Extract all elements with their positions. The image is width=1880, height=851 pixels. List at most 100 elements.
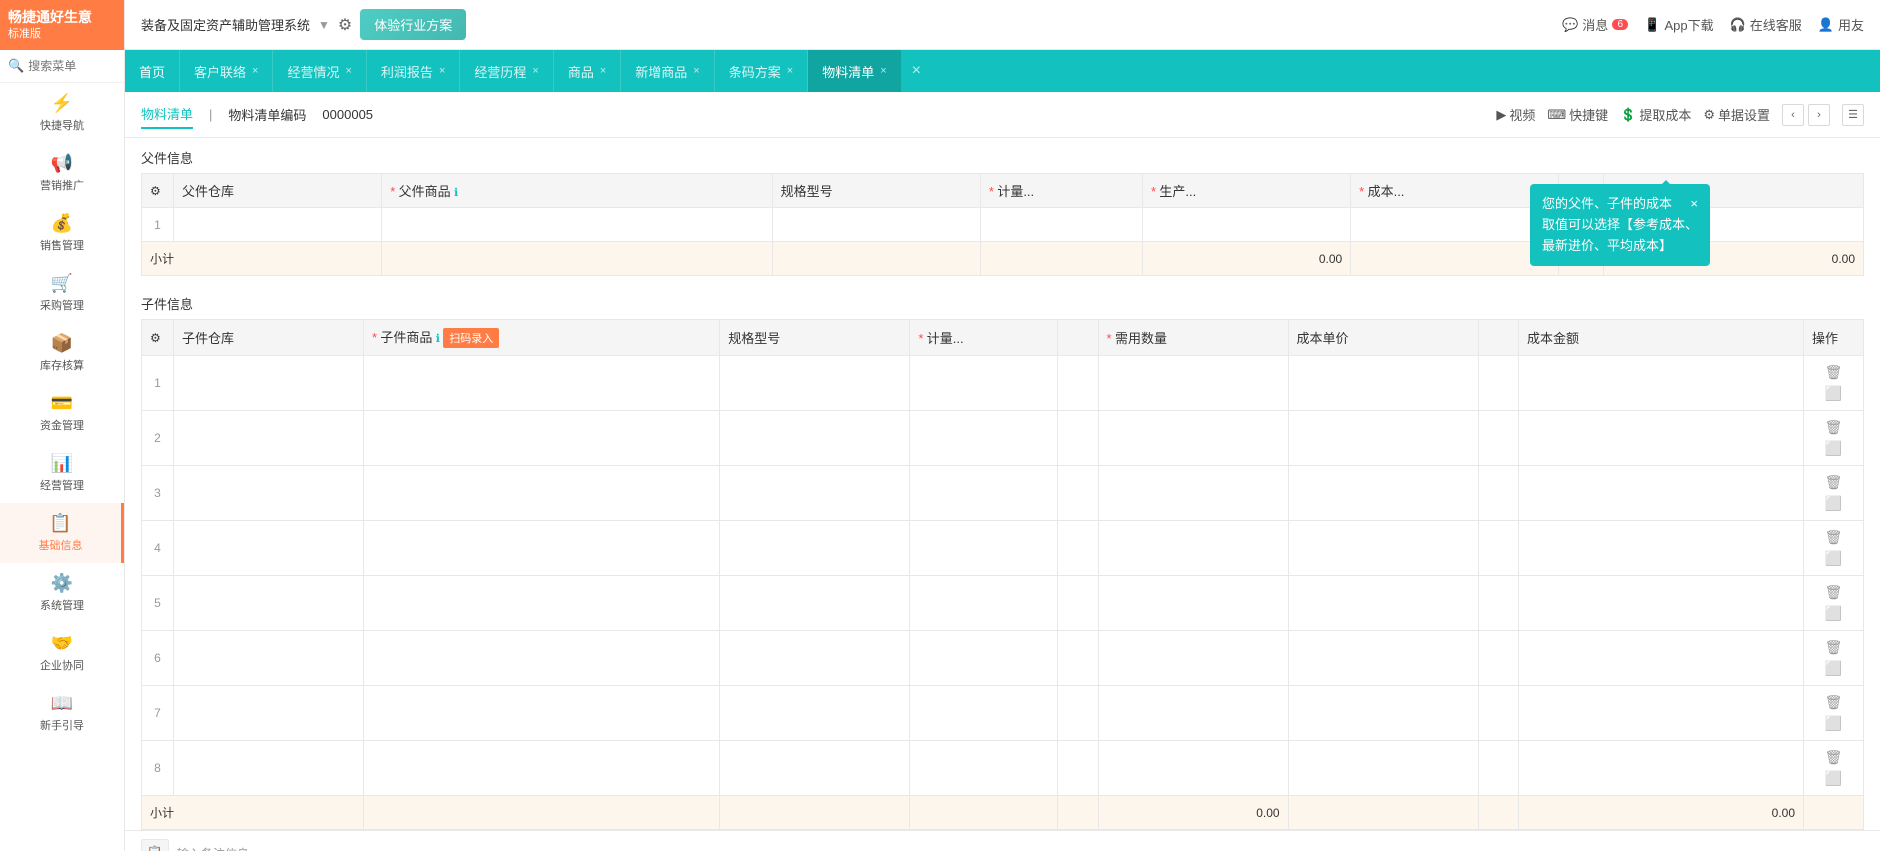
nav-prev-arrow[interactable]: ‹ — [1782, 104, 1804, 126]
tab-customer[interactable]: 客户联络 × — [180, 50, 273, 92]
tooltip-close-button[interactable]: × — [1690, 194, 1698, 215]
sidebar-item-enterprise[interactable]: 🤝 企业协同 — [0, 623, 124, 683]
parent-spec-cell[interactable] — [772, 208, 980, 242]
parent-cost-cell[interactable] — [1351, 208, 1559, 242]
child-spec-cell[interactable] — [720, 521, 910, 576]
child-qty-cell[interactable] — [1098, 356, 1288, 411]
copy-row-button[interactable]: ⬜ — [1823, 383, 1844, 404]
child-spec-cell[interactable] — [720, 466, 910, 521]
tab-customer-close[interactable]: × — [252, 65, 258, 77]
close-all-tabs[interactable]: × — [902, 62, 931, 80]
tab-material-list[interactable]: 物料清单 × — [808, 50, 901, 92]
sidebar-item-nav[interactable]: ⚡ 快捷导航 — [0, 83, 124, 143]
child-col-settings[interactable]: ⚙ — [142, 320, 174, 356]
user-item[interactable]: 👤 用友 — [1818, 15, 1864, 34]
child-product-cell[interactable] — [364, 356, 720, 411]
child-unit-cell[interactable] — [910, 741, 1058, 796]
sub-tab-material-list[interactable]: 物料清单 — [141, 100, 193, 129]
message-item[interactable]: 💬 消息 6 — [1562, 15, 1628, 34]
delete-row-button[interactable]: 🗑 — [1823, 472, 1845, 493]
child-unit-price-cell[interactable] — [1288, 521, 1478, 576]
system-dropdown-arrow[interactable]: ▼ — [318, 18, 330, 32]
delete-row-button[interactable]: 🗑 — [1823, 417, 1845, 438]
child-unit-price-cell[interactable] — [1288, 631, 1478, 686]
settings-icon[interactable]: ⚙ — [338, 15, 352, 35]
child-unit-price-cell[interactable] — [1288, 741, 1478, 796]
parent-warehouse-cell[interactable] — [174, 208, 382, 242]
search-input[interactable] — [28, 59, 108, 73]
copy-row-button[interactable]: ⬜ — [1823, 438, 1844, 459]
sidebar-item-sales[interactable]: 💰 销售管理 — [0, 203, 124, 263]
delete-row-button[interactable]: 🗑 — [1823, 362, 1845, 383]
tab-operation-status-close[interactable]: × — [345, 65, 351, 77]
sidebar-item-guide[interactable]: 📖 新手引导 — [0, 683, 124, 743]
child-unit-cell[interactable] — [910, 521, 1058, 576]
tab-history[interactable]: 经营历程 × — [460, 50, 553, 92]
child-unit-cell[interactable] — [910, 466, 1058, 521]
shortcut-action[interactable]: ⌨ 快捷键 — [1547, 105, 1608, 124]
child-unit-price-cell[interactable] — [1288, 576, 1478, 631]
delete-row-button[interactable]: 🗑 — [1823, 637, 1845, 658]
copy-row-button[interactable]: ⬜ — [1823, 603, 1844, 624]
child-qty-cell[interactable] — [1098, 411, 1288, 466]
sidebar-item-purchase[interactable]: 🛒 采购管理 — [0, 263, 124, 323]
search-area[interactable]: 🔍 — [0, 50, 124, 83]
child-spec-cell[interactable] — [720, 356, 910, 411]
child-unit-cell[interactable] — [910, 576, 1058, 631]
child-amount-cell[interactable] — [1518, 686, 1803, 741]
child-warehouse-cell[interactable] — [174, 411, 364, 466]
child-spec-cell[interactable] — [720, 741, 910, 796]
trial-button[interactable]: 体验行业方案 — [360, 9, 466, 40]
child-spec-cell[interactable] — [720, 576, 910, 631]
sidebar-item-system[interactable]: ⚙️ 系统管理 — [0, 563, 124, 623]
delete-row-button[interactable]: 🗑 — [1823, 527, 1845, 548]
child-unit-cell[interactable] — [910, 631, 1058, 686]
child-warehouse-cell[interactable] — [174, 356, 364, 411]
child-qty-cell[interactable] — [1098, 686, 1288, 741]
child-unit-cell[interactable] — [910, 411, 1058, 466]
extract-cost-action[interactable]: 💲 提取成本 — [1620, 105, 1691, 124]
child-unit-price-cell[interactable] — [1288, 411, 1478, 466]
child-product-cell[interactable] — [364, 631, 720, 686]
copy-row-button[interactable]: ⬜ — [1823, 658, 1844, 679]
child-warehouse-cell[interactable] — [174, 686, 364, 741]
tab-barcode-close[interactable]: × — [787, 65, 793, 77]
child-product-cell[interactable] — [364, 576, 720, 631]
parent-product-cell[interactable] — [382, 208, 772, 242]
copy-row-button[interactable]: ⬜ — [1823, 713, 1844, 734]
single-settings-action[interactable]: ⚙ 单据设置 — [1703, 105, 1770, 124]
child-warehouse-cell[interactable] — [174, 466, 364, 521]
child-unit-price-cell[interactable] — [1288, 466, 1478, 521]
parent-produce-cell[interactable] — [1142, 208, 1350, 242]
bottom-notes-icon[interactable]: 📋 — [141, 839, 169, 851]
delete-row-button[interactable]: 🗑 — [1823, 582, 1845, 603]
tab-goods-close[interactable]: × — [600, 65, 606, 77]
child-amount-cell[interactable] — [1518, 631, 1803, 686]
child-qty-cell[interactable] — [1098, 521, 1288, 576]
child-product-cell[interactable] — [364, 466, 720, 521]
tab-barcode[interactable]: 条码方案 × — [715, 50, 808, 92]
child-product-cell[interactable] — [364, 686, 720, 741]
scan-button[interactable]: 扫码录入 — [443, 328, 499, 348]
child-amount-cell[interactable] — [1518, 576, 1803, 631]
child-qty-cell[interactable] — [1098, 631, 1288, 686]
copy-row-button[interactable]: ⬜ — [1823, 548, 1844, 569]
child-amount-cell[interactable] — [1518, 741, 1803, 796]
parent-col-settings[interactable]: ⚙ — [142, 174, 174, 208]
tab-goods[interactable]: 商品 × — [554, 50, 621, 92]
sidebar-item-finance[interactable]: 💳 资金管理 — [0, 383, 124, 443]
copy-row-button[interactable]: ⬜ — [1823, 493, 1844, 514]
child-warehouse-cell[interactable] — [174, 741, 364, 796]
view-action[interactable]: ▶ 视频 — [1496, 105, 1535, 124]
child-spec-cell[interactable] — [720, 411, 910, 466]
nav-next-arrow[interactable]: › — [1808, 104, 1830, 126]
child-warehouse-cell[interactable] — [174, 576, 364, 631]
tab-material-list-close[interactable]: × — [880, 65, 886, 77]
child-unit-price-cell[interactable] — [1288, 356, 1478, 411]
child-spec-cell[interactable] — [720, 686, 910, 741]
child-qty-cell[interactable] — [1098, 741, 1288, 796]
tab-profit-report[interactable]: 利润报告 × — [367, 50, 460, 92]
app-download-item[interactable]: 📱 App下载 — [1644, 15, 1713, 34]
child-product-cell[interactable] — [364, 411, 720, 466]
sub-tab-material-code[interactable]: 物料清单编码 — [228, 101, 306, 128]
